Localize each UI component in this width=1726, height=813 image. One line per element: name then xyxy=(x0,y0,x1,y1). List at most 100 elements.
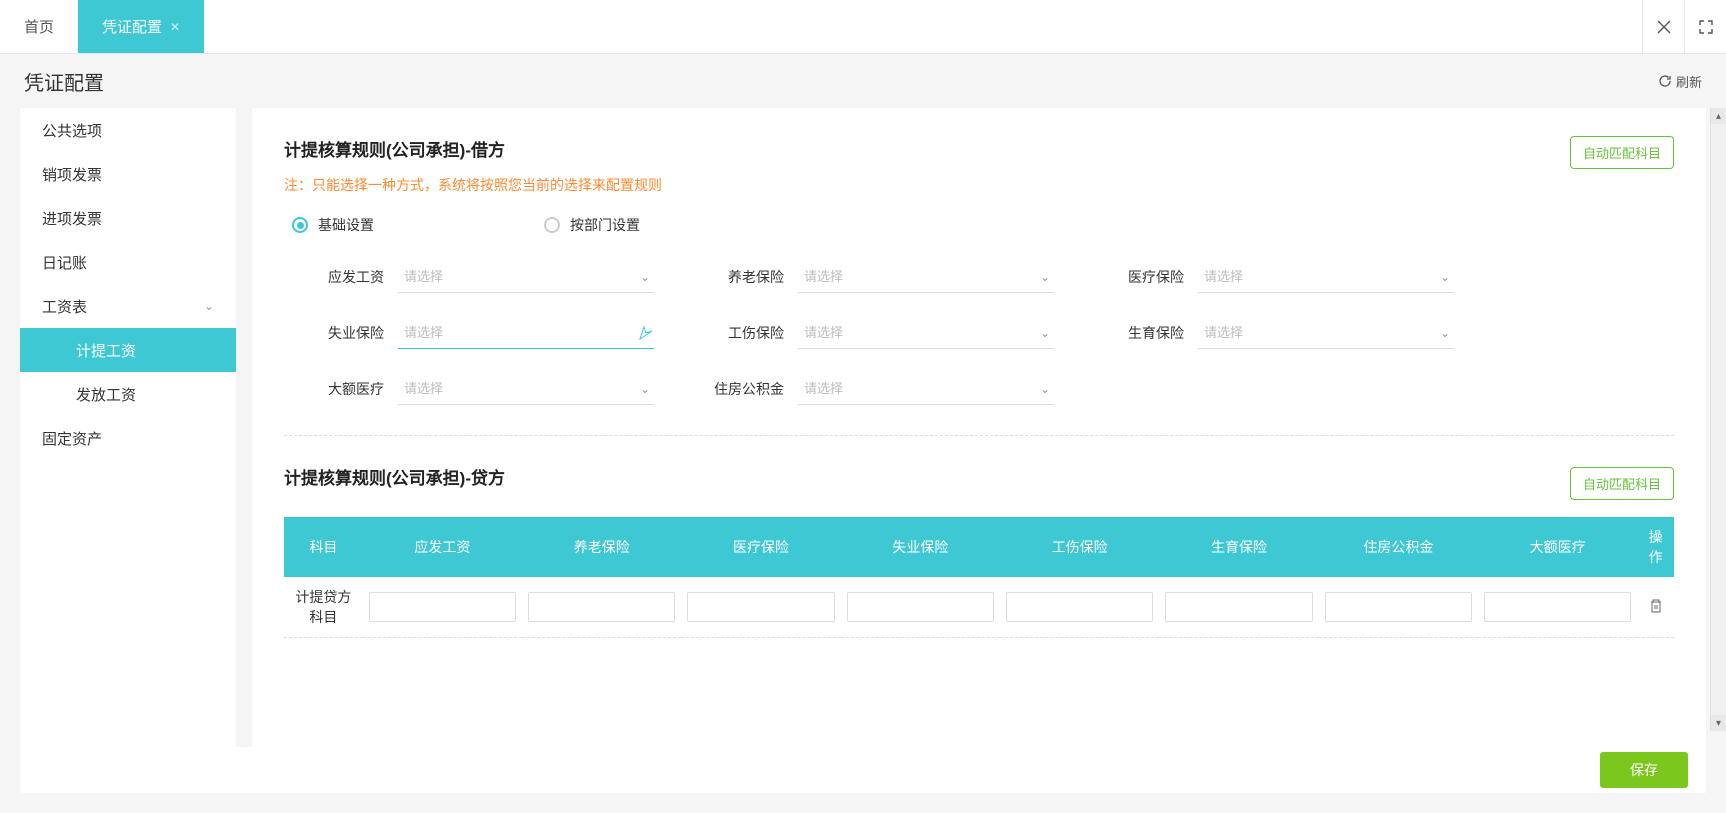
sidebar-item-label: 发放工资 xyxy=(76,384,136,405)
field-payable-salary: 应发工资 ⌄ xyxy=(314,261,654,293)
cell-input-medical[interactable] xyxy=(687,592,834,622)
sidebar-item-pay-salary[interactable]: 发放工资 xyxy=(20,372,236,416)
field-label: 住房公积金 xyxy=(714,379,784,399)
refresh-icon xyxy=(1658,74,1672,88)
radio-by-department[interactable]: 按部门设置 xyxy=(544,215,640,235)
select-input[interactable] xyxy=(1198,317,1454,349)
th-maternity: 生育保险 xyxy=(1159,517,1318,577)
sidebar-item-label: 日记账 xyxy=(42,252,87,273)
field-label: 养老保险 xyxy=(714,267,784,287)
field-label: 大额医疗 xyxy=(314,379,384,399)
cell-input-housing-fund[interactable] xyxy=(1325,592,1472,622)
expand-icon xyxy=(1699,20,1713,34)
field-label: 医疗保险 xyxy=(1114,267,1184,287)
cell-input-maternity[interactable] xyxy=(1165,592,1312,622)
th-pension: 养老保险 xyxy=(522,517,681,577)
sidebar-item-accrual-salary[interactable]: 计提工资 xyxy=(20,328,236,372)
scrollbar[interactable]: ▴ ▾ xyxy=(1710,108,1726,731)
th-actions: 操作 xyxy=(1637,517,1674,577)
th-medical: 医疗保险 xyxy=(681,517,840,577)
select-housing-fund[interactable]: ⌄ xyxy=(798,373,1054,405)
select-large-medical[interactable]: ⌄ xyxy=(398,373,654,405)
select-maternity-insurance[interactable]: ⌄ xyxy=(1198,317,1454,349)
field-pension-insurance: 养老保险 ⌄ xyxy=(714,261,1054,293)
select-pension-insurance[interactable]: ⌄ xyxy=(798,261,1054,293)
sidebar-item-label: 计提工资 xyxy=(76,340,136,361)
credit-table: 科目 应发工资 养老保险 医疗保险 失业保险 工伤保险 生育保险 住房公积金 大… xyxy=(284,517,1674,638)
field-maternity-insurance: 生育保险 ⌄ xyxy=(1114,317,1454,349)
sidebar-item-purchase-invoice[interactable]: 进项发票 xyxy=(20,196,236,240)
select-input[interactable] xyxy=(798,317,1054,349)
radio-icon xyxy=(292,217,308,233)
select-injury-insurance[interactable]: ⌄ xyxy=(798,317,1054,349)
auto-match-button-debit[interactable]: 自动匹配科目 xyxy=(1570,136,1674,169)
refresh-button[interactable]: 刷新 xyxy=(1658,72,1702,91)
select-input[interactable] xyxy=(398,317,654,349)
select-medical-insurance[interactable]: ⌄ xyxy=(1198,261,1454,293)
field-large-medical: 大额医疗 ⌄ xyxy=(314,373,654,405)
field-label: 失业保险 xyxy=(314,323,384,343)
row-label: 计提贷方科目 xyxy=(284,577,363,638)
sidebar-item-payroll[interactable]: 工资表 ⌄ xyxy=(20,284,236,328)
chevron-down-icon: ⌄ xyxy=(204,299,214,313)
radio-label: 按部门设置 xyxy=(570,215,640,235)
th-unemployment: 失业保险 xyxy=(841,517,1000,577)
th-housing-fund: 住房公积金 xyxy=(1319,517,1478,577)
select-input[interactable] xyxy=(398,373,654,405)
field-medical-insurance: 医疗保险 ⌄ xyxy=(1114,261,1454,293)
radio-basic-setup[interactable]: 基础设置 xyxy=(292,215,374,235)
sidebar-item-journal[interactable]: 日记账 xyxy=(20,240,236,284)
field-label: 生育保险 xyxy=(1114,323,1184,343)
close-icon xyxy=(1657,20,1671,34)
page-header: 凭证配置 刷新 xyxy=(0,54,1726,108)
cell-input-unemployment[interactable] xyxy=(847,592,994,622)
select-input[interactable] xyxy=(1198,261,1454,293)
th-large-medical: 大额医疗 xyxy=(1478,517,1637,577)
tab-voucher-config[interactable]: 凭证配置 ✕ xyxy=(78,0,204,53)
tab-home-label: 首页 xyxy=(24,16,54,37)
radio-icon xyxy=(544,217,560,233)
radio-label: 基础设置 xyxy=(318,215,374,235)
cell-input-large-medical[interactable] xyxy=(1484,592,1631,622)
cell-input-payable-salary[interactable] xyxy=(369,592,516,622)
sidebar-item-sales-invoice[interactable]: 销项发票 xyxy=(20,152,236,196)
sidebar-item-public-options[interactable]: 公共选项 xyxy=(20,108,236,152)
th-payable-salary: 应发工资 xyxy=(363,517,522,577)
field-housing-fund: 住房公积金 ⌄ xyxy=(714,373,1054,405)
field-injury-insurance: 工伤保险 ⌄ xyxy=(714,317,1054,349)
cell-input-pension[interactable] xyxy=(528,592,675,622)
sidebar-item-fixed-assets[interactable]: 固定资产 xyxy=(20,416,236,460)
field-unemployment-insurance: 失业保险 xyxy=(314,317,654,349)
table-row: 计提贷方科目 xyxy=(284,577,1674,638)
scroll-up-icon[interactable]: ▴ xyxy=(1711,108,1726,124)
select-input[interactable] xyxy=(398,261,654,293)
select-unemployment-insurance[interactable] xyxy=(398,317,654,349)
auto-match-button-credit[interactable]: 自动匹配科目 xyxy=(1570,467,1674,500)
sidebar: 公共选项 销项发票 进项发票 日记账 工资表 ⌄ 计提工资 发放工资 固定资产 xyxy=(20,108,236,751)
footer-bar: 保存 xyxy=(20,747,1706,793)
field-label: 工伤保险 xyxy=(714,323,784,343)
select-input[interactable] xyxy=(798,261,1054,293)
page-title: 凭证配置 xyxy=(24,67,104,96)
cell-input-injury[interactable] xyxy=(1006,592,1153,622)
top-tab-bar: 首页 凭证配置 ✕ xyxy=(0,0,1726,54)
window-close-button[interactable] xyxy=(1642,0,1684,54)
main-panel: 计提核算规则(公司承担)-借方 注：只能选择一种方式，系统将按照您当前的选择来配… xyxy=(252,108,1706,751)
sidebar-item-label: 进项发票 xyxy=(42,208,102,229)
fullscreen-button[interactable] xyxy=(1684,0,1726,54)
sidebar-item-label: 固定资产 xyxy=(42,428,102,449)
save-button[interactable]: 保存 xyxy=(1600,752,1688,788)
tab-voucher-config-label: 凭证配置 xyxy=(102,16,162,37)
scroll-down-icon[interactable]: ▾ xyxy=(1711,715,1726,731)
section1-title: 计提核算规则(公司承担)-借方 xyxy=(284,136,662,161)
sidebar-item-label: 工资表 xyxy=(42,296,87,317)
select-payable-salary[interactable]: ⌄ xyxy=(398,261,654,293)
th-injury: 工伤保险 xyxy=(1000,517,1159,577)
close-icon[interactable]: ✕ xyxy=(170,20,180,34)
refresh-label: 刷新 xyxy=(1676,72,1702,91)
delete-icon[interactable] xyxy=(1649,600,1663,616)
section1-warning: 注：只能选择一种方式，系统将按照您当前的选择来配置规则 xyxy=(284,175,662,195)
select-input[interactable] xyxy=(798,373,1054,405)
sidebar-item-label: 销项发票 xyxy=(42,164,102,185)
tab-home[interactable]: 首页 xyxy=(0,0,78,53)
